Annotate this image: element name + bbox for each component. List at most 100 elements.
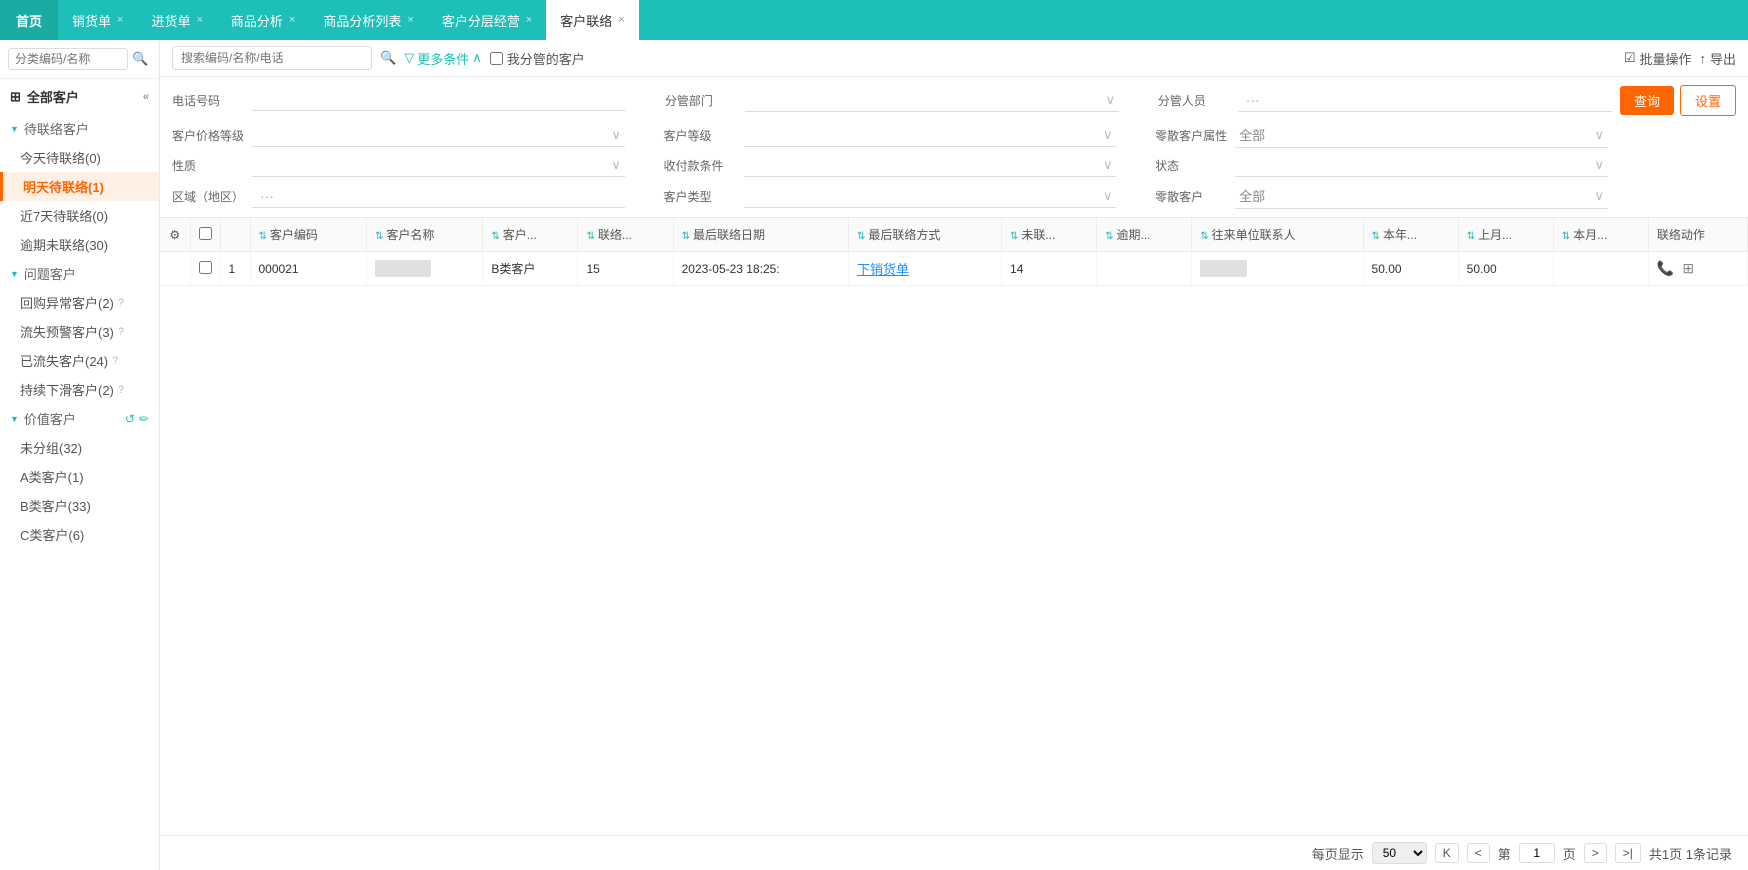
- first-page-button[interactable]: K: [1435, 843, 1459, 863]
- sidebar-item-tomorrow[interactable]: 明天待联络(1): [0, 172, 159, 201]
- next-page-button[interactable]: >: [1584, 843, 1607, 863]
- td-overdue: [1097, 252, 1192, 286]
- filter-actions: ☑ 批量操作 ↑ 导出: [1624, 49, 1736, 68]
- filter-manager: 分管人员 ···: [1158, 89, 1612, 112]
- customer-type-select[interactable]: ∨: [744, 185, 1117, 208]
- customer-level-select[interactable]: ∨: [744, 124, 1117, 147]
- price-level-select[interactable]: ∨: [252, 124, 625, 147]
- value-refresh-icon[interactable]: ↺: [125, 412, 135, 426]
- grid-icon: ⊞: [10, 89, 21, 105]
- last-page-button[interactable]: >|: [1615, 843, 1641, 863]
- help-icon: ?: [112, 355, 118, 367]
- close-icon[interactable]: ×: [117, 14, 123, 26]
- close-icon[interactable]: ×: [196, 14, 202, 26]
- collapse-icon[interactable]: «: [143, 91, 149, 103]
- filter-area: 区域（地区） ···: [172, 185, 625, 208]
- close-icon[interactable]: ×: [618, 14, 624, 26]
- sidebar-item-b-class[interactable]: B类客户(33): [0, 491, 159, 520]
- prev-page-button[interactable]: <: [1467, 843, 1490, 863]
- sort-icon: ⇅: [1562, 231, 1570, 242]
- page-number-input[interactable]: [1519, 843, 1555, 863]
- td-customer-type: B类客户: [483, 252, 578, 286]
- qr-icon[interactable]: ⊞: [1682, 260, 1694, 277]
- td-customer-code: 000021: [250, 252, 366, 286]
- sidebar-item-today[interactable]: 今天待联络(0): [0, 143, 159, 172]
- export-button[interactable]: ↑ 导出: [1699, 49, 1736, 68]
- th-settings[interactable]: ⚙: [160, 218, 190, 252]
- close-icon[interactable]: ×: [526, 14, 532, 26]
- td-last-contact-date: 2023-05-23 18:25:: [673, 252, 848, 286]
- sidebar-item-lost[interactable]: 已流失客户(24) ?: [0, 346, 159, 375]
- th-this-month[interactable]: ⇅本月...: [1553, 218, 1648, 252]
- sidebar: 🔍 ⊞ 全部客户 « 待联络客户 今天待联络(0) 明天待联络(1) 近7天待联…: [0, 40, 160, 870]
- sidebar-item-declining[interactable]: 持续下滑客户(2) ?: [0, 375, 159, 404]
- area-select[interactable]: ···: [252, 185, 625, 208]
- per-page-select[interactable]: 50 100 200: [1372, 842, 1427, 864]
- nav-item-analysis[interactable]: 商品分析 ×: [217, 0, 309, 40]
- th-contact-person[interactable]: ⇅往来单位联系人: [1192, 218, 1363, 252]
- th-checkbox[interactable]: [190, 218, 220, 252]
- sidebar-item-a-class[interactable]: A类客户(1): [0, 462, 159, 491]
- nav-item-purchase[interactable]: 进货单 ×: [137, 0, 216, 40]
- sort-icon: ⇅: [259, 231, 267, 242]
- manager-select[interactable]: ···: [1238, 89, 1612, 112]
- contact-method-link[interactable]: 下销货单: [857, 262, 909, 277]
- query-button[interactable]: 查询: [1620, 86, 1674, 115]
- phone-input[interactable]: [252, 90, 626, 111]
- th-customer-name[interactable]: ⇅客户名称: [366, 218, 482, 252]
- chevron-down-icon: ∨: [1103, 157, 1113, 173]
- search-icon[interactable]: 🔍: [380, 50, 396, 66]
- sidebar-search-input[interactable]: [8, 48, 128, 70]
- settings-button[interactable]: 设置: [1680, 85, 1736, 116]
- sidebar-item-c-class[interactable]: C类客户(6): [0, 520, 159, 549]
- search-input[interactable]: [172, 46, 372, 70]
- filter-price-level: 客户价格等级 ∨: [172, 124, 625, 147]
- more-icon[interactable]: ···: [1246, 92, 1260, 108]
- td-last-contact-method[interactable]: 下销货单: [849, 252, 1002, 286]
- nature-select[interactable]: ∨: [252, 154, 625, 177]
- value-edit-icon[interactable]: ✏: [139, 412, 149, 426]
- dept-select[interactable]: ∨: [745, 89, 1119, 112]
- th-contact[interactable]: ⇅联络...: [578, 218, 673, 252]
- nav-item-analysis-list[interactable]: 商品分析列表 ×: [309, 0, 427, 40]
- close-icon[interactable]: ×: [289, 14, 295, 26]
- th-last-contact-date[interactable]: ⇅最后联络日期: [673, 218, 848, 252]
- nav-item-sales[interactable]: 销货单 ×: [58, 0, 137, 40]
- th-last-contact-method[interactable]: ⇅最后联络方式: [849, 218, 1002, 252]
- sidebar-item-abnormal[interactable]: 回购异常客户(2) ?: [0, 288, 159, 317]
- nav-item-customer-contact[interactable]: 客户联络 ×: [546, 0, 638, 40]
- retail-select[interactable]: 全部 ∨: [1235, 183, 1608, 209]
- th-customer-type[interactable]: ⇅客户...: [483, 218, 578, 252]
- payment-select[interactable]: ∨: [744, 154, 1117, 177]
- retail-attr-select[interactable]: 全部 ∨: [1235, 122, 1608, 148]
- nav-home[interactable]: 首页: [0, 0, 58, 40]
- th-uncontacted[interactable]: ⇅未联...: [1002, 218, 1097, 252]
- sidebar-item-7days[interactable]: 近7天待联络(0): [0, 201, 159, 230]
- chevron-down-icon: ∨: [1106, 92, 1116, 108]
- td-contact-person: [1192, 252, 1363, 286]
- td-contact: 15: [578, 252, 673, 286]
- phone-icon[interactable]: 📞: [1657, 260, 1674, 277]
- sidebar-group-problem: 问题客户: [0, 259, 159, 288]
- th-this-year[interactable]: ⇅本年...: [1363, 218, 1458, 252]
- close-icon[interactable]: ×: [407, 14, 413, 26]
- nav-item-customer-tier[interactable]: 客户分层经营 ×: [428, 0, 546, 40]
- more-icon[interactable]: ···: [260, 188, 274, 204]
- per-page-label: 每页显示: [1312, 844, 1364, 863]
- th-last-month[interactable]: ⇅上月...: [1458, 218, 1553, 252]
- more-conditions-button[interactable]: ▽ 更多条件 ∧: [404, 49, 482, 68]
- row-checkbox[interactable]: [199, 261, 212, 274]
- th-customer-code[interactable]: ⇅客户编码: [250, 218, 366, 252]
- sidebar-item-ungrouped[interactable]: 未分组(32): [0, 433, 159, 462]
- sidebar-item-overdue[interactable]: 逾期未联络(30): [0, 230, 159, 259]
- select-all-checkbox[interactable]: [199, 227, 212, 240]
- sidebar-item-warning[interactable]: 流失预警客户(3) ?: [0, 317, 159, 346]
- td-checkbox[interactable]: [190, 252, 220, 286]
- batch-operation-button[interactable]: ☑ 批量操作: [1624, 49, 1692, 68]
- sidebar-search-icon[interactable]: 🔍: [132, 51, 148, 67]
- chevron-down-icon: ∨: [1103, 188, 1113, 204]
- status-select[interactable]: ∨: [1235, 154, 1608, 177]
- th-overdue[interactable]: ⇅逾期...: [1097, 218, 1192, 252]
- my-customers-checkbox[interactable]: [490, 52, 503, 65]
- all-customers-header[interactable]: ⊞ 全部客户 «: [0, 79, 159, 114]
